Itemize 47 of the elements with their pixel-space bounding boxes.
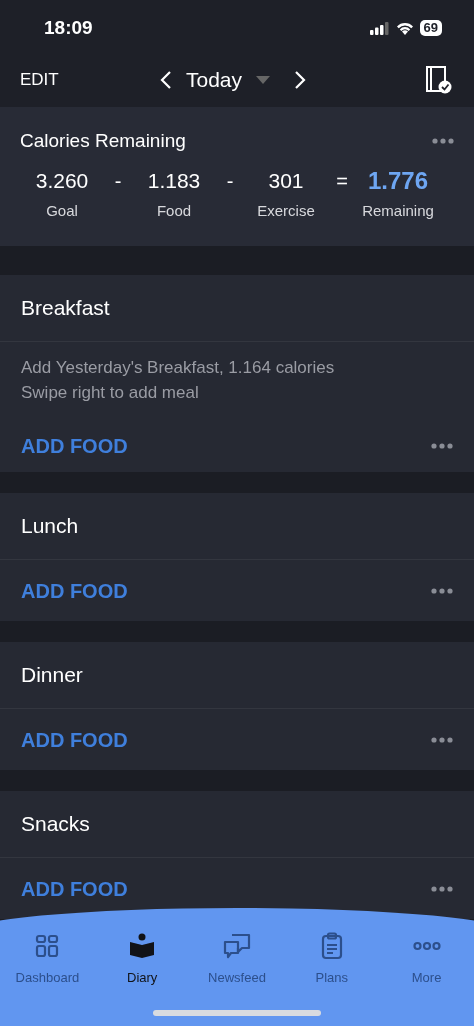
calorie-label: Remaining — [362, 200, 434, 221]
calorie-value: 3.260 — [35, 167, 89, 194]
tab-button[interactable]: Plans — [284, 930, 380, 988]
meal-title: Snacks — [21, 811, 90, 838]
add-food-button[interactable]: ADD FOOD — [21, 430, 128, 461]
more-options-icon[interactable] — [431, 885, 453, 892]
more-options-icon[interactable] — [432, 138, 454, 145]
battery-indicator: 69 — [419, 20, 442, 36]
meal-title: Lunch — [21, 513, 79, 540]
edit-button[interactable]: EDIT — [20, 66, 59, 93]
swipe-hint: Swipe right to add meal — [21, 382, 200, 404]
chat-bubbles-icon — [223, 933, 251, 959]
more-options-icon[interactable] — [431, 442, 453, 449]
status-time: 18:09 — [44, 15, 93, 40]
meal-title: Dinner — [21, 662, 83, 689]
date-label[interactable]: Today — [186, 63, 243, 96]
more-icon — [412, 941, 441, 951]
tab-button[interactable]: More — [379, 930, 474, 988]
chevron-right-icon[interactable] — [294, 69, 307, 90]
meal-suggestion[interactable]: Add Yesterday's Breakfast, 1.164 calories — [21, 355, 453, 380]
add-food-button[interactable]: ADD FOOD — [21, 724, 128, 755]
chevron-left-icon[interactable] — [160, 69, 172, 90]
operator-symbol: = — [335, 168, 349, 194]
wifi-icon — [395, 21, 414, 35]
operator-symbol: - — [225, 168, 235, 194]
more-options-icon[interactable] — [431, 587, 453, 594]
tab-button[interactable]: Newsfeed — [189, 930, 285, 988]
signal-icon — [369, 21, 390, 35]
meal-title: Breakfast — [21, 295, 110, 322]
calorie-value: 301 — [268, 167, 304, 194]
clipboard-icon — [320, 932, 343, 960]
more-options-icon[interactable] — [431, 736, 453, 743]
calorie-label: Goal — [46, 200, 78, 221]
calorie-label: Food — [156, 200, 192, 221]
tab-button[interactable]: Diary — [94, 930, 190, 988]
tab-button[interactable]: Dashboard — [0, 930, 95, 988]
book-check-icon[interactable] — [426, 65, 452, 94]
add-food-button[interactable]: ADD FOOD — [21, 575, 128, 606]
calorie-value: 1.183 — [147, 167, 201, 194]
add-food-button[interactable]: ADD FOOD — [21, 873, 128, 904]
grid-icon — [35, 934, 60, 958]
calorie-label: Exercise — [257, 200, 315, 221]
card-title: Calories Remaining — [20, 129, 186, 153]
calorie-value: 1.776 — [367, 167, 429, 194]
reading-person-icon — [129, 933, 156, 959]
operator-symbol: - — [113, 168, 123, 194]
dropdown-caret-icon[interactable] — [256, 75, 271, 84]
